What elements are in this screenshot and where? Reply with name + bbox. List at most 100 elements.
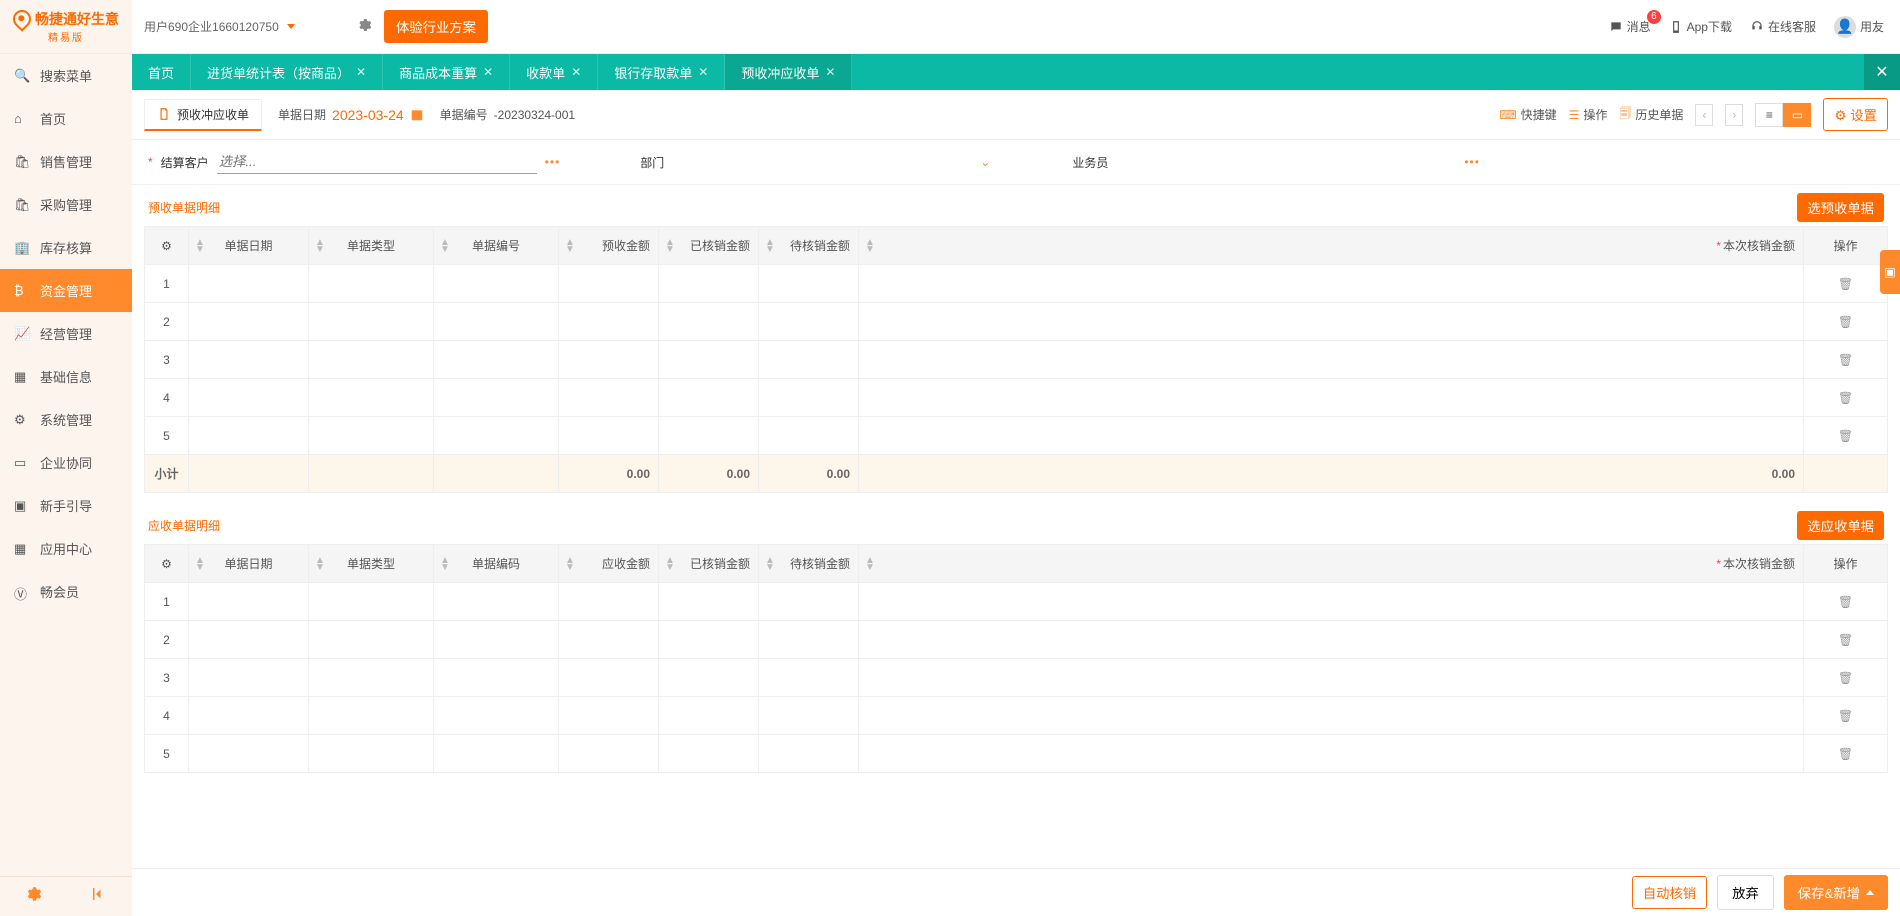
delete-row-icon[interactable]: 🗑 <box>1838 709 1853 723</box>
header-actions: 消息 6 App下载 在线客服 👤 用友 <box>1609 16 1884 38</box>
table-config-icon[interactable]: ⚙ <box>145 227 189 265</box>
save-and-new-button[interactable]: 保存&新增 <box>1784 875 1888 910</box>
table-row[interactable]: 3🗑 <box>145 341 1888 379</box>
tab-label: 首页 <box>148 63 174 82</box>
app-logo: 畅捷通好生意 精易版 <box>0 0 132 53</box>
sidebar-settings-icon[interactable] <box>24 885 42 908</box>
history-button[interactable]: 🗐历史单据 <box>1619 104 1683 125</box>
sidebar-item-2[interactable]: 🛍销售管理 <box>0 140 132 183</box>
operate-button[interactable]: ☰操作 <box>1569 106 1608 123</box>
sidebar-item-4[interactable]: 🏢库存核算 <box>0 226 132 269</box>
chevron-down-icon: ⌄ <box>980 155 990 169</box>
customer-lookup-icon[interactable]: ••• <box>545 155 561 169</box>
footer-bar: 自动核销 放弃 保存&新增 <box>132 868 1900 916</box>
delete-row-icon[interactable]: 🗑 <box>1838 595 1853 609</box>
header-online-service[interactable]: 在线客服 <box>1750 18 1816 35</box>
header-settings[interactable] <box>356 17 372 36</box>
pager-prev[interactable]: ‹ <box>1695 104 1713 126</box>
table-row[interactable]: 3🗑 <box>145 659 1888 697</box>
page-toolbar: 预收冲应收单 单据日期 2023-03-24 单据编号 -20230324-00… <box>132 90 1900 140</box>
tab-2[interactable]: 商品成本重算✕ <box>383 54 510 90</box>
sidebar-item-label: 企业协同 <box>40 453 92 472</box>
abandon-button[interactable]: 放弃 <box>1717 875 1774 910</box>
table-row[interactable]: 1🗑 <box>145 265 1888 303</box>
bill-code-field: 单据编号 -20230324-001 <box>440 106 575 123</box>
header-messages[interactable]: 消息 6 <box>1609 18 1651 35</box>
select-prepay-button[interactable]: 选预收单据 <box>1797 193 1884 222</box>
tabs-close-all[interactable]: ✕ <box>1864 54 1900 90</box>
sidebar-icon: 🛍 <box>14 154 30 170</box>
side-drawer-handle[interactable]: ▣ <box>1880 250 1900 294</box>
sidebar-item-8[interactable]: ⚙系统管理 <box>0 398 132 441</box>
salesman-lookup-icon[interactable]: ••• <box>1464 155 1480 169</box>
pager-next[interactable]: › <box>1725 104 1743 126</box>
salesman-select[interactable] <box>1116 158 1456 167</box>
view-list[interactable]: ≡ <box>1755 103 1783 127</box>
close-icon[interactable]: ✕ <box>825 65 835 79</box>
customer-input[interactable] <box>217 150 537 174</box>
delete-row-icon[interactable]: 🗑 <box>1838 315 1853 329</box>
headset-icon <box>1750 20 1764 34</box>
section2-head: 应收单据明细 选应收单据 <box>132 503 1900 544</box>
close-icon[interactable]: ✕ <box>571 65 581 79</box>
section1-head: 预收单据明细 选预收单据 <box>132 185 1900 226</box>
tab-label: 收款单 <box>526 63 565 82</box>
close-icon[interactable]: ✕ <box>483 65 493 79</box>
sidebar-item-1[interactable]: ⌂首页 <box>0 97 132 140</box>
tab-1[interactable]: 进货单统计表（按商品）✕ <box>191 54 383 90</box>
close-icon[interactable]: ✕ <box>356 65 366 79</box>
message-badge: 6 <box>1647 10 1661 24</box>
sidebar-item-5[interactable]: ₿资金管理 <box>0 269 132 312</box>
delete-row-icon[interactable]: 🗑 <box>1838 353 1853 367</box>
shortcut-button[interactable]: ⌨快捷键 <box>1499 106 1556 123</box>
table-row[interactable]: 5🗑 <box>145 417 1888 455</box>
receivable-table: ⚙ ▲▼单据日期 ▲▼单据类型 ▲▼单据编码 ▲▼应收金额 ▲▼已核销金额 ▲▼… <box>144 544 1888 773</box>
select-receivable-button[interactable]: 选应收单据 <box>1797 511 1884 540</box>
delete-row-icon[interactable]: 🗑 <box>1838 633 1853 647</box>
app-name: 畅捷通好生意 <box>35 9 119 29</box>
sidebar-icon: 🛍 <box>14 197 30 213</box>
sidebar-item-11[interactable]: ▦应用中心 <box>0 527 132 570</box>
sidebar-item-9[interactable]: ▭企业协同 <box>0 441 132 484</box>
table-row[interactable]: 4🗑 <box>145 697 1888 735</box>
delete-row-icon[interactable]: 🗑 <box>1838 747 1853 761</box>
table-row[interactable]: 1🗑 <box>145 583 1888 621</box>
auto-writeoff-button[interactable]: 自动核销 <box>1632 876 1707 909</box>
sidebar-item-6[interactable]: 📈经营管理 <box>0 312 132 355</box>
page-settings-button[interactable]: ⚙设置 <box>1823 98 1888 131</box>
sidebar-item-10[interactable]: ▣新手引导 <box>0 484 132 527</box>
sidebar-collapse-icon[interactable] <box>90 885 108 908</box>
col-type: ▲▼单据类型 <box>309 227 434 265</box>
sidebar: 🔍搜索菜单⌂首页🛍销售管理🛍采购管理🏢库存核算₿资金管理📈经营管理▦基础信息⚙系… <box>0 54 132 916</box>
tab-3[interactable]: 收款单 ✕ <box>510 54 598 90</box>
table-row[interactable]: 5🗑 <box>145 735 1888 773</box>
tab-4[interactable]: 银行存取款单✕ <box>598 54 725 90</box>
sidebar-icon: 🔍 <box>14 68 30 84</box>
cta-plan-button[interactable]: 体验行业方案 <box>384 10 488 43</box>
table-row[interactable]: 4🗑 <box>145 379 1888 417</box>
table-row[interactable]: 2🗑 <box>145 621 1888 659</box>
sidebar-item-12[interactable]: Ⓥ畅会员 <box>0 570 132 613</box>
table-row[interactable]: 2🗑 <box>145 303 1888 341</box>
sidebar-item-3[interactable]: 🛍采购管理 <box>0 183 132 226</box>
header-user[interactable]: 👤 用友 <box>1834 16 1884 38</box>
tenant-selector[interactable]: 用户690企业1660120750 <box>144 18 344 35</box>
header-app-download[interactable]: App下载 <box>1669 18 1732 35</box>
tab-0[interactable]: 首页 <box>132 54 191 90</box>
bill-date-field[interactable]: 单据日期 2023-03-24 <box>278 106 424 123</box>
delete-row-icon[interactable]: 🗑 <box>1838 671 1853 685</box>
gear-icon: ⚙ <box>1834 108 1846 123</box>
table-config-icon[interactable]: ⚙ <box>145 545 189 583</box>
sidebar-icon: 🏢 <box>14 240 30 256</box>
dept-select[interactable]: ⌄ <box>672 151 992 174</box>
view-form[interactable]: ▭ <box>1783 103 1811 127</box>
sidebar-item-label: 资金管理 <box>40 281 92 300</box>
close-icon[interactable]: ✕ <box>698 65 708 79</box>
sidebar-icon: ⌂ <box>14 111 30 127</box>
delete-row-icon[interactable]: 🗑 <box>1838 429 1853 443</box>
sidebar-item-7[interactable]: ▦基础信息 <box>0 355 132 398</box>
tab-5[interactable]: 预收冲应收单✕ <box>725 54 852 90</box>
delete-row-icon[interactable]: 🗑 <box>1838 391 1853 405</box>
sidebar-item-0[interactable]: 🔍搜索菜单 <box>0 54 132 97</box>
delete-row-icon[interactable]: 🗑 <box>1838 277 1853 291</box>
